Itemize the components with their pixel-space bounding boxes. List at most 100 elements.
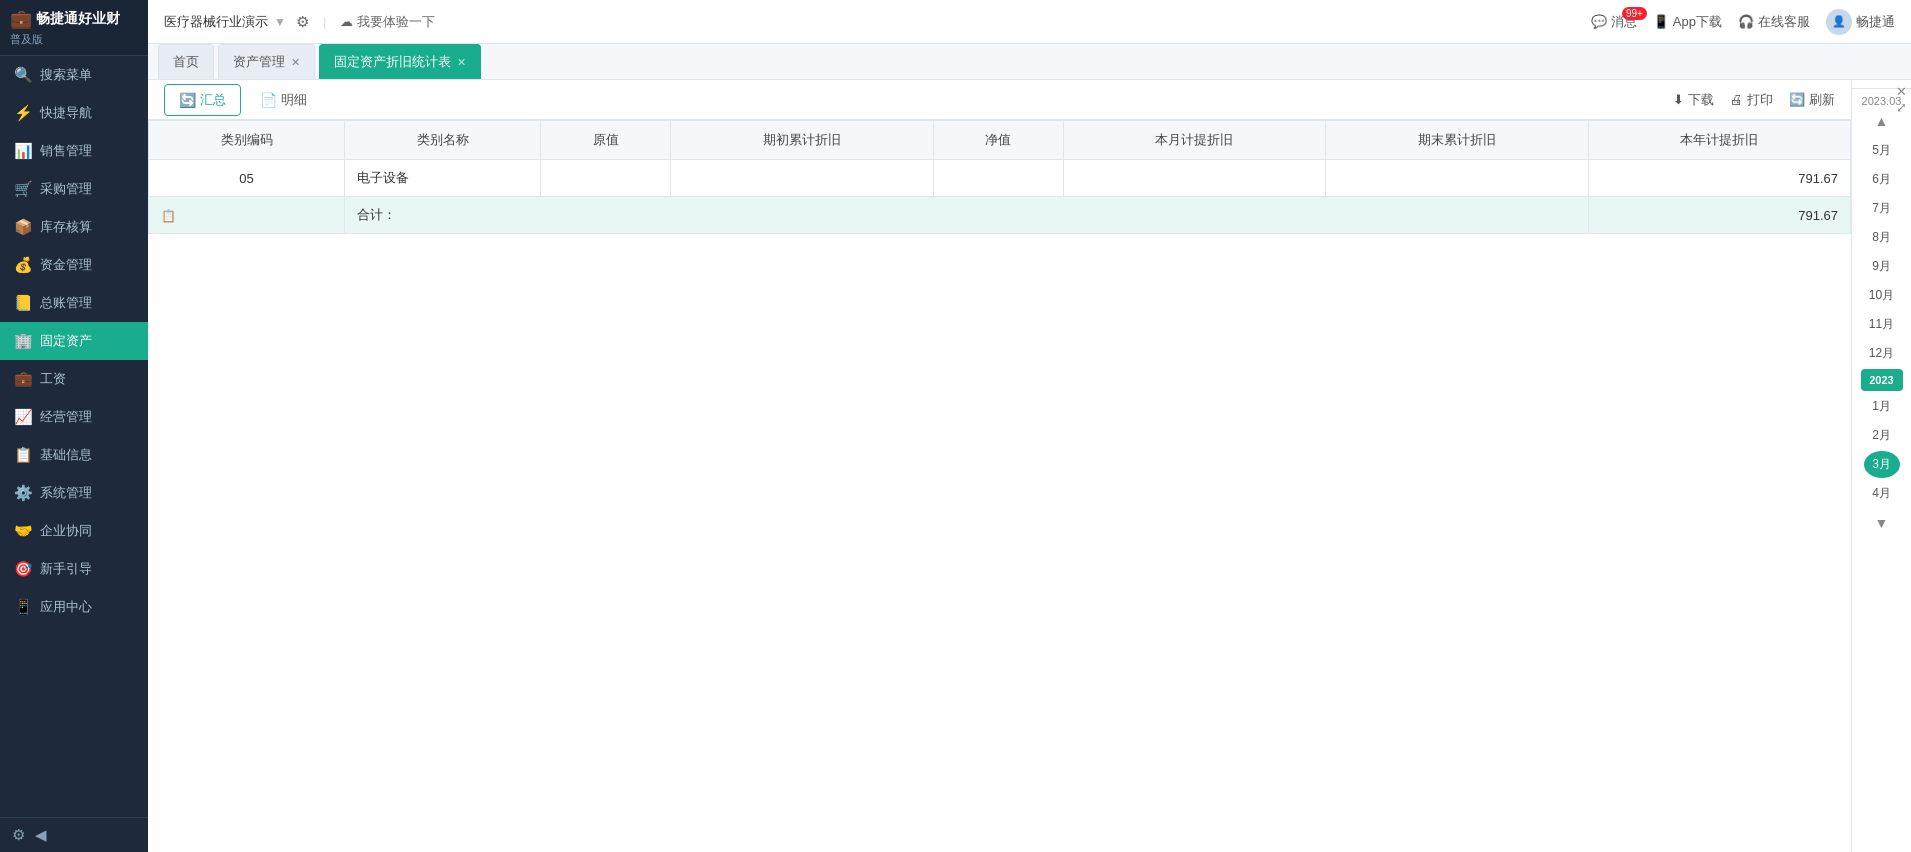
refresh-button[interactable]: 🔄 刷新 <box>1789 91 1835 109</box>
row-original-value <box>541 160 671 197</box>
purchase-icon: 🛒 <box>14 180 32 198</box>
enterprise-icon: 🤝 <box>14 522 32 540</box>
content-main: 🔄 汇总 📄 明细 ⬇ 下载 🖨 打印 <box>148 80 1851 852</box>
summary-annual-depr: 791.67 <box>1588 197 1850 234</box>
month-11[interactable]: 11月 <box>1861 311 1903 338</box>
sidebar: 💼 畅捷通好业财 普及版 🔍 搜索菜单 ⚡ 快捷导航 📊 销售管理 🛒 采购管理… <box>0 0 148 852</box>
ledger-icon: 📒 <box>14 294 32 312</box>
subtab-summary[interactable]: 🔄 汇总 <box>164 84 241 116</box>
company-selector[interactable]: 医疗器械行业演示 ▼ <box>164 13 286 31</box>
search-icon: 🔍 <box>14 66 32 84</box>
subtab-bar: 🔄 汇总 📄 明细 ⬇ 下载 🖨 打印 <box>148 80 1851 120</box>
download-icon: ⬇ <box>1673 92 1684 107</box>
print-icon: 🖨 <box>1730 92 1743 107</box>
month-2023-2[interactable]: 2月 <box>1861 422 1903 449</box>
col-header-initial-depr: 期初累计折旧 <box>671 121 933 160</box>
sidebar-item-sales[interactable]: 📊 销售管理 <box>0 132 148 170</box>
inventory-icon: 📦 <box>14 218 32 236</box>
message-button[interactable]: 💬 消息 99+ <box>1591 13 1637 31</box>
row-annual-depr: 791.67 <box>1588 160 1850 197</box>
month-6[interactable]: 6月 <box>1861 166 1903 193</box>
company-dropdown-icon: ▼ <box>274 15 286 29</box>
month-10[interactable]: 10月 <box>1861 282 1903 309</box>
sidebar-item-app-center[interactable]: 📱 应用中心 <box>0 588 148 626</box>
online-service-button[interactable]: 🎧 在线客服 <box>1738 13 1810 31</box>
message-badge: 99+ <box>1622 7 1647 20</box>
sales-icon: 📊 <box>14 142 32 160</box>
main-area: 医疗器械行业演示 ▼ ⚙ | ☁ 我要体验一下 💬 消息 99+ 📱 App下载… <box>148 0 1911 852</box>
sidebar-item-purchase[interactable]: 🛒 采购管理 <box>0 170 148 208</box>
cloud-icon: ☁ <box>340 14 353 29</box>
app-download-button[interactable]: 📱 App下载 <box>1653 13 1722 31</box>
subtab-left: 🔄 汇总 📄 明细 <box>164 84 322 116</box>
sidebar-item-fixed-assets[interactable]: 🏢 固定资产 <box>0 322 148 360</box>
company-name: 医疗器械行业演示 <box>164 13 268 31</box>
sidebar-item-salary[interactable]: 💼 工资 <box>0 360 148 398</box>
side-panel-expand-button[interactable]: ⤢ <box>1896 100 1907 115</box>
sidebar-item-ledger[interactable]: 📒 总账管理 <box>0 284 148 322</box>
fixed-assets-icon: 🏢 <box>14 332 32 350</box>
collapse-button[interactable]: ◀ <box>35 826 47 844</box>
tab-asset-mgmt-close[interactable]: ✕ <box>291 56 300 69</box>
settings-button[interactable]: ⚙ <box>12 826 25 844</box>
summary-icon: 🔄 <box>179 92 196 108</box>
sidebar-item-basic-info[interactable]: 📋 基础信息 <box>0 436 148 474</box>
col-header-code: 类别编码 <box>149 121 345 160</box>
col-header-annual-depr: 本年计提折旧 <box>1588 121 1850 160</box>
sidebar-item-inventory[interactable]: 📦 库存核算 <box>0 208 148 246</box>
system-icon: ⚙️ <box>14 484 32 502</box>
col-header-period-end-depr: 期末累计折旧 <box>1326 121 1588 160</box>
side-calendar-panel: ✕ ⤢ 2023.03 ▲ 5月 6月 7月 8月 9月 10月 11月 12月… <box>1851 80 1911 852</box>
month-12[interactable]: 12月 <box>1861 340 1903 367</box>
basic-info-icon: 📋 <box>14 446 32 464</box>
col-header-original-value: 原值 <box>541 121 671 160</box>
month-7[interactable]: 7月 <box>1861 195 1903 222</box>
sidebar-menu: 🔍 搜索菜单 ⚡ 快捷导航 📊 销售管理 🛒 采购管理 📦 库存核算 💰 资金管… <box>0 56 148 817</box>
row-code: 05 <box>149 160 345 197</box>
subtab-right: ⬇ 下载 🖨 打印 🔄 刷新 <box>1673 91 1835 109</box>
side-panel-nav-up[interactable]: ▲ <box>1871 109 1893 133</box>
month-2023-4[interactable]: 4月 <box>1861 480 1903 507</box>
print-button[interactable]: 🖨 打印 <box>1730 91 1773 109</box>
sidebar-item-operations[interactable]: 📈 经营管理 <box>0 398 148 436</box>
user-profile[interactable]: 👤 畅捷通 <box>1826 9 1895 35</box>
app-center-icon: 📱 <box>14 598 32 616</box>
row-period-end-depr <box>1326 160 1588 197</box>
experience-button[interactable]: ☁ 我要体验一下 <box>340 13 435 31</box>
row-initial-depr <box>671 160 933 197</box>
avatar: 👤 <box>1826 9 1852 35</box>
subtab-detail[interactable]: 📄 明细 <box>245 84 322 116</box>
capital-icon: 💰 <box>14 256 32 274</box>
sidebar-item-guide[interactable]: 🎯 新手引导 <box>0 550 148 588</box>
guide-icon: 🎯 <box>14 560 32 578</box>
year-2023-label: 2023 <box>1861 369 1903 391</box>
tab-depreciation-table[interactable]: 固定资产折旧统计表 ✕ <box>319 44 481 79</box>
sidebar-item-capital[interactable]: 💰 资金管理 <box>0 246 148 284</box>
app-logo-sub: 普及版 <box>10 32 43 47</box>
sidebar-item-enterprise[interactable]: 🤝 企业协同 <box>0 512 148 550</box>
tab-asset-mgmt[interactable]: 资产管理 ✕ <box>218 44 315 79</box>
summary-icon-cell: 📋 <box>149 197 345 234</box>
sidebar-item-quick-nav[interactable]: ⚡ 快捷导航 <box>0 94 148 132</box>
col-header-net-value: 净值 <box>933 121 1063 160</box>
side-panel-nav-down[interactable]: ▼ <box>1871 511 1893 535</box>
sidebar-item-search[interactable]: 🔍 搜索菜单 <box>0 56 148 94</box>
month-5[interactable]: 5月 <box>1861 137 1903 164</box>
tab-depreciation-close[interactable]: ✕ <box>457 56 466 69</box>
tab-home[interactable]: 首页 <box>158 44 214 79</box>
company-settings-icon[interactable]: ⚙ <box>296 13 309 31</box>
download-icon: 📱 <box>1653 14 1669 29</box>
tabbar: 首页 资产管理 ✕ 固定资产折旧统计表 ✕ <box>148 44 1911 80</box>
month-8[interactable]: 8月 <box>1861 224 1903 251</box>
table-row: 05 电子设备 791.67 <box>149 160 1851 197</box>
summary-label: 合计： <box>345 197 1588 234</box>
col-header-name: 类别名称 <box>345 121 541 160</box>
sidebar-bottom: ⚙ ◀ <box>0 817 148 852</box>
topbar-right: 💬 消息 99+ 📱 App下载 🎧 在线客服 👤 畅捷通 <box>1591 9 1895 35</box>
month-2023-1[interactable]: 1月 <box>1861 393 1903 420</box>
month-2023-3[interactable]: 3月 <box>1864 451 1900 478</box>
month-9[interactable]: 9月 <box>1861 253 1903 280</box>
download-button[interactable]: ⬇ 下载 <box>1673 91 1714 109</box>
sidebar-item-system[interactable]: ⚙️ 系统管理 <box>0 474 148 512</box>
side-panel-close-button[interactable]: ✕ <box>1896 84 1907 99</box>
